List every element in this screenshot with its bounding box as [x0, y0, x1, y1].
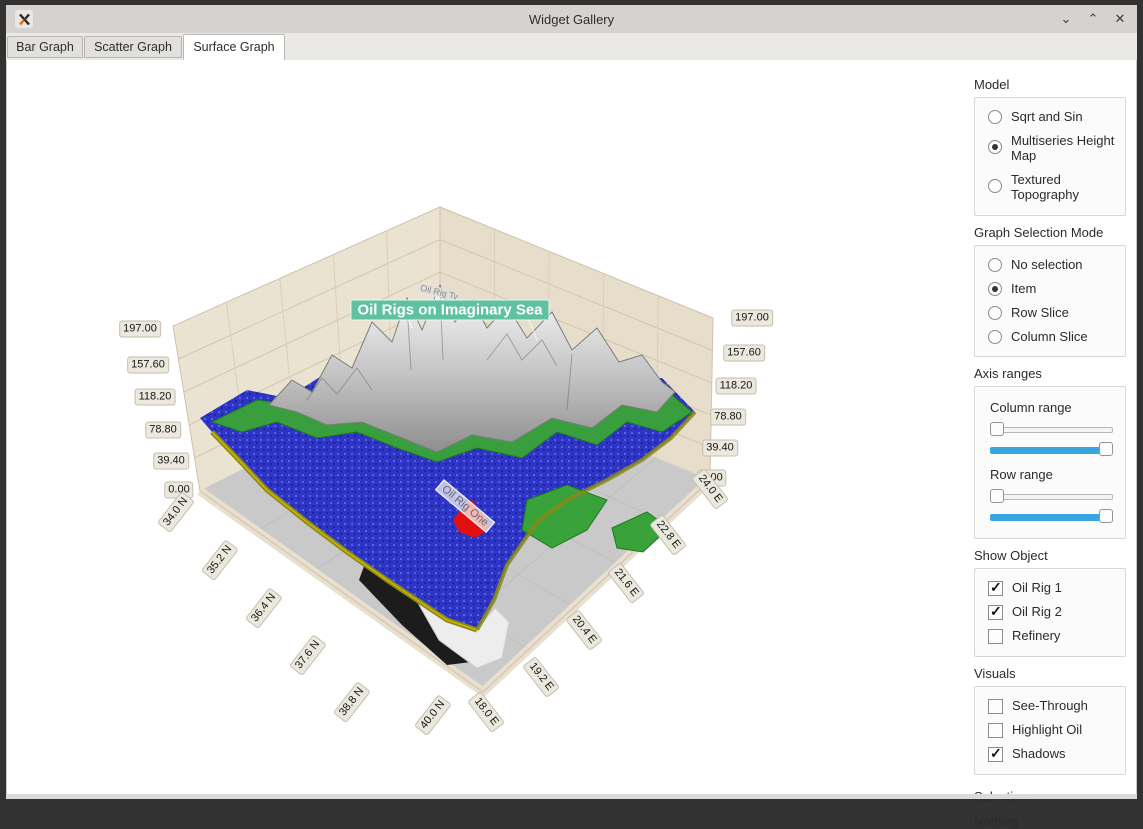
radio-icon[interactable] — [988, 306, 1002, 320]
radio-column-slice[interactable]: Column Slice — [988, 330, 1125, 345]
checkbox-see-through[interactable]: See-Through — [988, 699, 1125, 714]
elev-tick-right: 118.20 — [716, 378, 757, 395]
titlebar: Widget Gallery ⌄ ⌃ ✕ — [6, 5, 1137, 34]
checkbox-highlight-oil[interactable]: Highlight Oil — [988, 723, 1125, 738]
tab-scatter-graph[interactable]: Scatter Graph — [84, 36, 182, 58]
elev-tick-right: 39.40 — [702, 440, 738, 457]
window-title: Widget Gallery — [6, 5, 1137, 33]
radio-multiseries-height-map[interactable]: Multiseries Height Map — [988, 134, 1125, 164]
radio-icon[interactable] — [988, 330, 1002, 344]
slider-track-filled[interactable] — [990, 447, 1113, 454]
elev-tick-left: 39.40 — [153, 453, 189, 470]
tab-surface-graph[interactable]: Surface Graph — [183, 34, 285, 60]
elev-tick-left: 78.80 — [145, 422, 181, 439]
visuals-section-title: Visuals — [974, 666, 1139, 681]
checkbox-oil-rig-2[interactable]: Oil Rig 2 — [988, 605, 1125, 620]
radio-item[interactable]: Item — [988, 282, 1125, 297]
tab-bar-graph[interactable]: Bar Graph — [7, 36, 83, 58]
elev-tick-right: 157.60 — [723, 345, 765, 362]
elev-tick-right: 197.00 — [731, 310, 773, 327]
elev-tick-left: 118.20 — [135, 389, 176, 406]
checkbox-icon[interactable] — [988, 629, 1003, 644]
checkbox-icon-checked[interactable] — [988, 605, 1003, 620]
checkbox-icon[interactable] — [988, 699, 1003, 714]
visuals-group: See-Through Highlight Oil Shadows — [974, 686, 1126, 775]
column-range-max-slider[interactable] — [990, 441, 1113, 458]
row-range-max-slider[interactable] — [990, 508, 1113, 525]
elev-tick-right: 78.80 — [710, 409, 746, 426]
content-pane: 197.00 157.60 118.20 78.80 39.40 0.00 19… — [6, 60, 1137, 794]
tab-bar: Bar Graph Scatter Graph Surface Graph — [6, 33, 1137, 61]
surface-graph-canvas[interactable]: 197.00 157.60 118.20 78.80 39.40 0.00 19… — [7, 60, 965, 794]
model-group: Sqrt and Sin Multiseries Height Map Text… — [974, 97, 1126, 216]
row-range-min-slider[interactable] — [990, 488, 1113, 505]
radio-sqrt-and-sin[interactable]: Sqrt and Sin — [988, 110, 1125, 125]
show-object-group: Oil Rig 1 Oil Rig 2 Refinery — [974, 568, 1126, 657]
close-icon[interactable]: ✕ — [1111, 11, 1129, 27]
checkbox-shadows[interactable]: Shadows — [988, 747, 1125, 762]
minimize-icon[interactable]: ⌄ — [1057, 11, 1075, 27]
application-window: Widget Gallery ⌄ ⌃ ✕ Bar Graph Scatter G… — [0, 0, 1143, 806]
elev-tick-left: 157.60 — [127, 357, 169, 374]
slider-handle[interactable] — [1099, 442, 1113, 456]
checkbox-refinery[interactable]: Refinery — [988, 629, 1125, 644]
selection-value: Nothing — [974, 814, 1139, 829]
graph-title-label: Oil Rigs on Imaginary Sea — [350, 300, 549, 321]
model-section-title: Model — [974, 77, 1139, 92]
slider-track-filled[interactable] — [990, 514, 1113, 521]
radio-icon-selected[interactable] — [988, 140, 1002, 154]
row-range-label: Row range — [990, 467, 1125, 482]
slider-handle[interactable] — [990, 422, 1004, 436]
elev-tick-left: 197.00 — [119, 321, 161, 338]
window-bottom-strip — [6, 794, 1137, 799]
selection-mode-section-title: Graph Selection Mode — [974, 225, 1139, 240]
radio-row-slice[interactable]: Row Slice — [988, 306, 1125, 321]
control-panel: Model Sqrt and Sin Multiseries Height Ma… — [967, 68, 1139, 829]
radio-no-selection[interactable]: No selection — [988, 258, 1125, 273]
radio-icon[interactable] — [988, 258, 1002, 272]
column-range-label: Column range — [990, 400, 1125, 415]
checkbox-icon-checked[interactable] — [988, 747, 1003, 762]
axis-ranges-section-title: Axis ranges — [974, 366, 1139, 381]
maximize-icon[interactable]: ⌃ — [1084, 11, 1102, 27]
column-range-min-slider[interactable] — [990, 421, 1113, 438]
window-controls: ⌄ ⌃ ✕ — [1057, 5, 1129, 33]
selection-mode-group: No selection Item Row Slice Column Slice — [974, 245, 1126, 358]
radio-icon-selected[interactable] — [988, 282, 1002, 296]
slider-handle[interactable] — [1099, 509, 1113, 523]
radio-icon[interactable] — [988, 110, 1002, 124]
checkbox-icon-checked[interactable] — [988, 581, 1003, 596]
checkbox-icon[interactable] — [988, 723, 1003, 738]
show-object-section-title: Show Object — [974, 548, 1139, 563]
slider-handle[interactable] — [990, 489, 1004, 503]
slider-track[interactable] — [990, 494, 1113, 500]
slider-track[interactable] — [990, 427, 1113, 433]
radio-icon[interactable] — [988, 179, 1002, 193]
axis-ranges-group: Column range Row range — [974, 386, 1126, 539]
radio-textured-topography[interactable]: Textured Topography — [988, 173, 1125, 203]
checkbox-oil-rig-1[interactable]: Oil Rig 1 — [988, 581, 1125, 596]
